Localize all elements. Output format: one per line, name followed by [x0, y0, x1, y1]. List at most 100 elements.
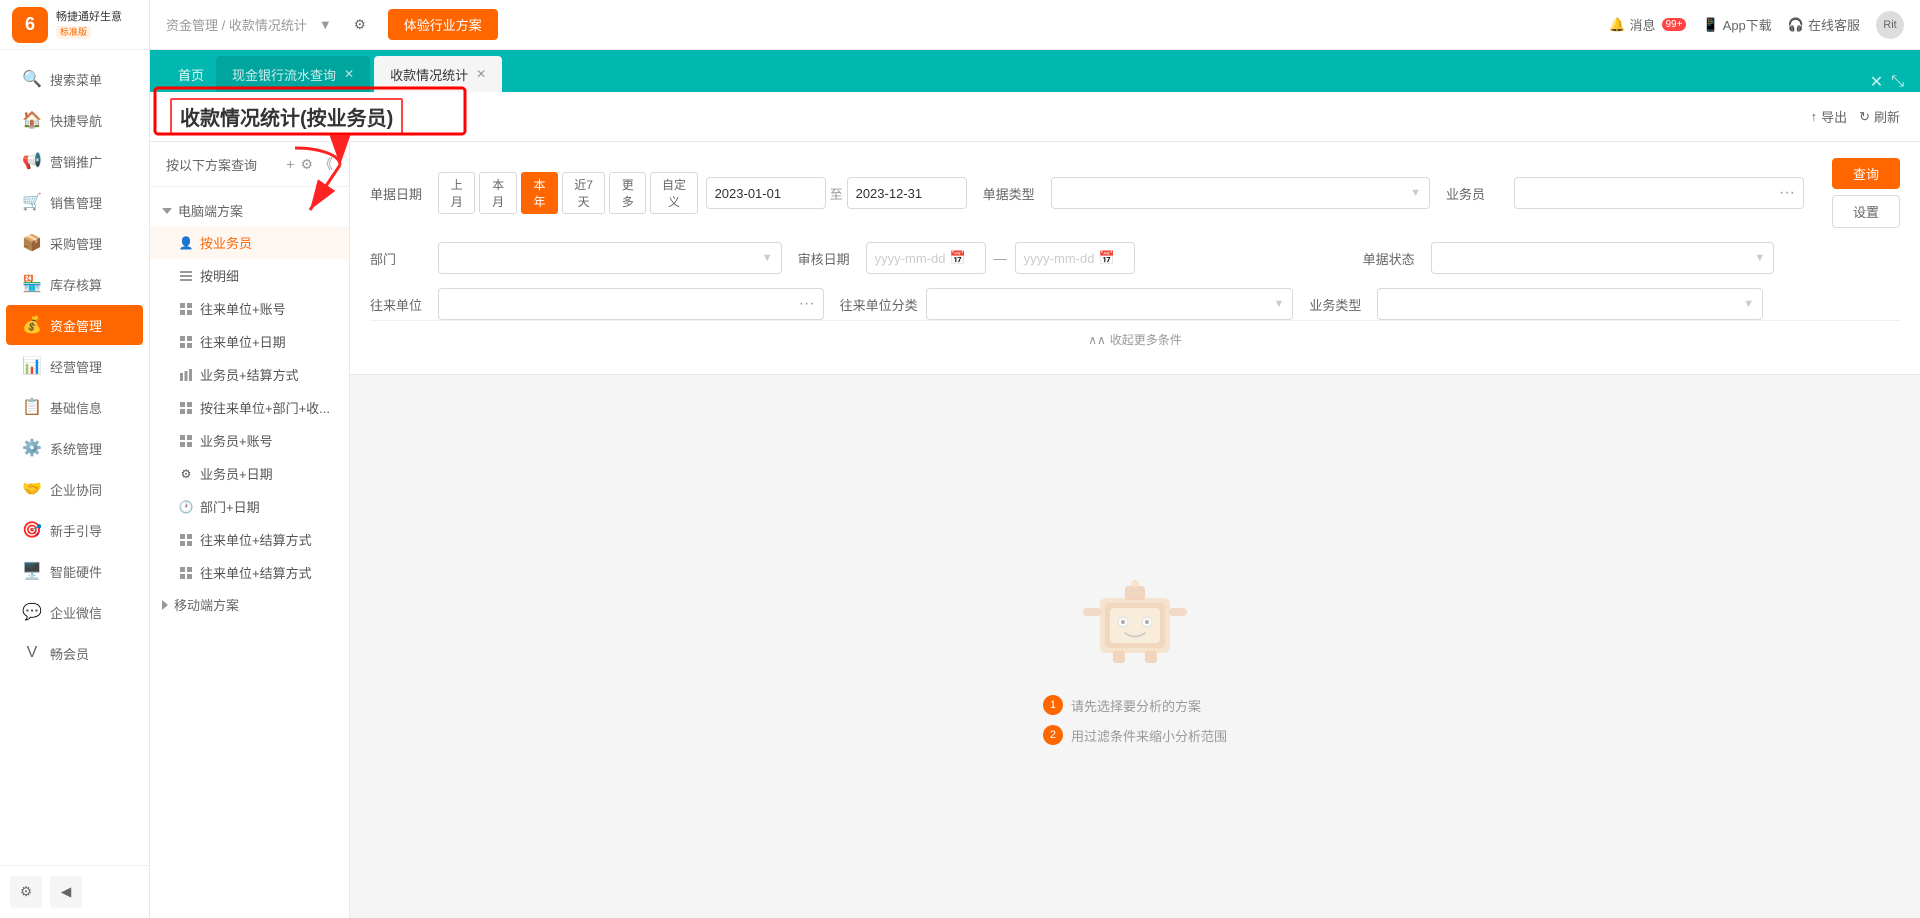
- scheme-settings-btn[interactable]: ⚙: [300, 156, 313, 173]
- business-type-label: 业务类型: [1309, 295, 1369, 314]
- bell-icon: 🔔: [1609, 17, 1625, 33]
- collab-icon: 🤝: [22, 479, 42, 499]
- scheme-item-partner-dept[interactable]: 按往来单位+部门+收...: [150, 391, 349, 424]
- list-icon: [178, 268, 194, 284]
- home-label: 首页: [178, 65, 204, 84]
- tip-number-1: 1: [1043, 695, 1063, 715]
- marketing-icon: 📢: [22, 151, 42, 171]
- business-type-condition: 业务类型 ▼: [1309, 288, 1763, 320]
- sidebar-item-purchase[interactable]: 📦 采购管理: [6, 223, 143, 263]
- sidebar-item-inventory[interactable]: 🏪 库存核算: [6, 264, 143, 304]
- voucher-status-select[interactable]: ▼: [1431, 242, 1775, 274]
- sidebar-item-hardware[interactable]: 🖥️ 智能硬件: [6, 551, 143, 591]
- header-right: 🔔 消息 99+ 📱 App下载 🎧 在线客服 Rit: [1609, 11, 1904, 39]
- scheme-title: 按以下方案查询: [166, 155, 257, 174]
- sidebar-item-quicknav[interactable]: 🏠 快捷导航: [6, 100, 143, 140]
- sidebar-item-basic[interactable]: 📋 基础信息: [6, 387, 143, 427]
- scheme-item-partner-account[interactable]: 往来单位+账号: [150, 292, 349, 325]
- scheme-item-salesperson[interactable]: 👤 按业务员: [150, 226, 349, 259]
- scheme-collapse-btn[interactable]: 《: [319, 154, 333, 174]
- scheme-item-salesperson-date[interactable]: ⚙ 业务员+日期: [150, 457, 349, 490]
- sidebar-item-finance[interactable]: 💰 资金管理: [6, 305, 143, 345]
- notification-btn[interactable]: 🔔 消息 99+: [1609, 15, 1686, 34]
- refresh-btn[interactable]: ↻ 刷新: [1859, 107, 1900, 126]
- query-submit-btn[interactable]: 查询: [1832, 158, 1900, 189]
- audit-date-end-input[interactable]: yyyy-mm-dd 📅: [1015, 242, 1135, 274]
- sidebar-collapse-btn[interactable]: ◀: [50, 876, 82, 908]
- collapse-bar[interactable]: ∧∧ 收起更多条件: [370, 320, 1900, 358]
- online-service-label: 在线客服: [1808, 15, 1860, 34]
- nav-icon: 🏠: [22, 110, 42, 130]
- audit-date-start-input[interactable]: yyyy-mm-dd 📅: [866, 242, 986, 274]
- export-btn[interactable]: ↑ 导出: [1811, 107, 1848, 126]
- sidebar-item-operation[interactable]: 📊 经营管理: [6, 346, 143, 386]
- counterparty-select[interactable]: ···: [438, 288, 824, 320]
- header-settings-btn[interactable]: ⚙: [344, 9, 376, 41]
- tab-bank-flow[interactable]: 现金银行流水查询 ✕: [216, 56, 370, 92]
- chart-icon: [178, 367, 194, 383]
- category-dropdown-icon: ▼: [1273, 298, 1284, 310]
- sidebar-item-system[interactable]: ⚙️ 系统管理: [6, 428, 143, 468]
- dropdown-arrow-icon[interactable]: ▼: [319, 17, 332, 32]
- query-area: 单据日期 上月 本月 本年 近7天 更多 自定义: [350, 142, 1920, 918]
- scheme-group-desktop-header[interactable]: 电脑端方案: [150, 195, 349, 226]
- department-select[interactable]: ▼: [438, 242, 782, 274]
- app-download-btn[interactable]: 📱 App下载: [1702, 15, 1771, 34]
- counterparty-condition: 往来单位 ···: [370, 288, 824, 320]
- tab-maximize-btn[interactable]: ⤡: [1891, 73, 1904, 91]
- scheme-item-salesperson-account[interactable]: 业务员+账号: [150, 424, 349, 457]
- trial-button[interactable]: 体验行业方案: [388, 9, 498, 40]
- user-avatar[interactable]: Rit: [1876, 11, 1904, 39]
- tab-bank-flow-close[interactable]: ✕: [344, 67, 354, 81]
- date-condition: 单据日期 上月 本月 本年 近7天 更多 自定义: [370, 172, 967, 214]
- tab-close-window-btn[interactable]: ✕: [1870, 72, 1883, 92]
- date-btn-this-year[interactable]: 本年: [521, 172, 558, 214]
- date-btn-7days[interactable]: 近7天: [562, 172, 605, 214]
- online-service-btn[interactable]: 🎧 在线客服: [1788, 15, 1860, 34]
- query-settings-btn[interactable]: 设置: [1832, 195, 1900, 228]
- scheme-item-partner-settlement-1[interactable]: 往来单位+结算方式: [150, 523, 349, 556]
- tab-home[interactable]: 首页: [166, 56, 216, 92]
- system-icon: ⚙️: [22, 438, 42, 458]
- voucher-status-label: 单据状态: [1363, 249, 1423, 268]
- sidebar-item-collab[interactable]: 🤝 企业协同: [6, 469, 143, 509]
- scheme-item-salesperson-settlement[interactable]: 业务员+结算方式: [150, 358, 349, 391]
- table-icon-4: [178, 433, 194, 449]
- tab-payment-stats-close[interactable]: ✕: [476, 67, 486, 81]
- salesperson-more-btn[interactable]: ···: [1779, 184, 1795, 202]
- tab-payment-stats[interactable]: 收款情况统计 ✕: [374, 56, 502, 92]
- sidebar-item-sales[interactable]: 🛒 销售管理: [6, 182, 143, 222]
- tip-number-2: 2: [1043, 725, 1063, 745]
- scheme-group-mobile-header[interactable]: 移动端方案: [150, 589, 349, 620]
- date-btn-last-month[interactable]: 上月: [438, 172, 475, 214]
- date-end-input[interactable]: 2023-12-31: [847, 177, 967, 209]
- sidebar-item-marketing[interactable]: 📢 营销推广: [6, 141, 143, 181]
- audit-date-end-placeholder: yyyy-mm-dd: [1024, 251, 1095, 266]
- group-desktop-label: 电脑端方案: [178, 201, 243, 220]
- settings-gear-btn[interactable]: ⚙: [10, 876, 42, 908]
- date-start-value: 2023-01-01: [715, 186, 782, 201]
- scheme-item-dept-date[interactable]: 🕐 部门+日期: [150, 490, 349, 523]
- salesperson-condition: 业务员 ···: [1446, 177, 1804, 209]
- header-left: 资金管理 / 收款情况统计 ▼ ⚙ 体验行业方案: [166, 9, 498, 41]
- query-conditions: 单据日期 上月 本月 本年 近7天 更多 自定义: [350, 142, 1920, 375]
- date-btn-this-month[interactable]: 本月: [479, 172, 516, 214]
- sidebar-item-wechat[interactable]: 💬 企业微信: [6, 592, 143, 632]
- sidebar-item-guide[interactable]: 🎯 新手引导: [6, 510, 143, 550]
- scheme-item-detail[interactable]: 按明细: [150, 259, 349, 292]
- guide-icon: 🎯: [22, 520, 42, 540]
- sidebar-item-search[interactable]: 🔍 搜索菜单: [6, 59, 143, 99]
- salesperson-select[interactable]: ···: [1514, 177, 1804, 209]
- business-type-select[interactable]: ▼: [1377, 288, 1763, 320]
- voucher-type-select[interactable]: ▼: [1051, 177, 1430, 209]
- date-btn-custom[interactable]: 自定义: [650, 172, 697, 214]
- date-start-input[interactable]: 2023-01-01: [706, 177, 826, 209]
- scheme-add-btn[interactable]: +: [286, 156, 294, 172]
- scheme-item-partner-settlement-2[interactable]: 往来单位+结算方式: [150, 556, 349, 589]
- date-btn-more[interactable]: 更多: [609, 172, 646, 214]
- sidebar-item-member[interactable]: V 畅会员: [6, 633, 143, 673]
- counterparty-more-btn[interactable]: ···: [799, 295, 815, 313]
- scheme-item-partner-date[interactable]: 往来单位+日期: [150, 325, 349, 358]
- counterparty-category-select[interactable]: ▼: [926, 288, 1294, 320]
- voucher-type-dropdown-icon: ▼: [1410, 187, 1421, 199]
